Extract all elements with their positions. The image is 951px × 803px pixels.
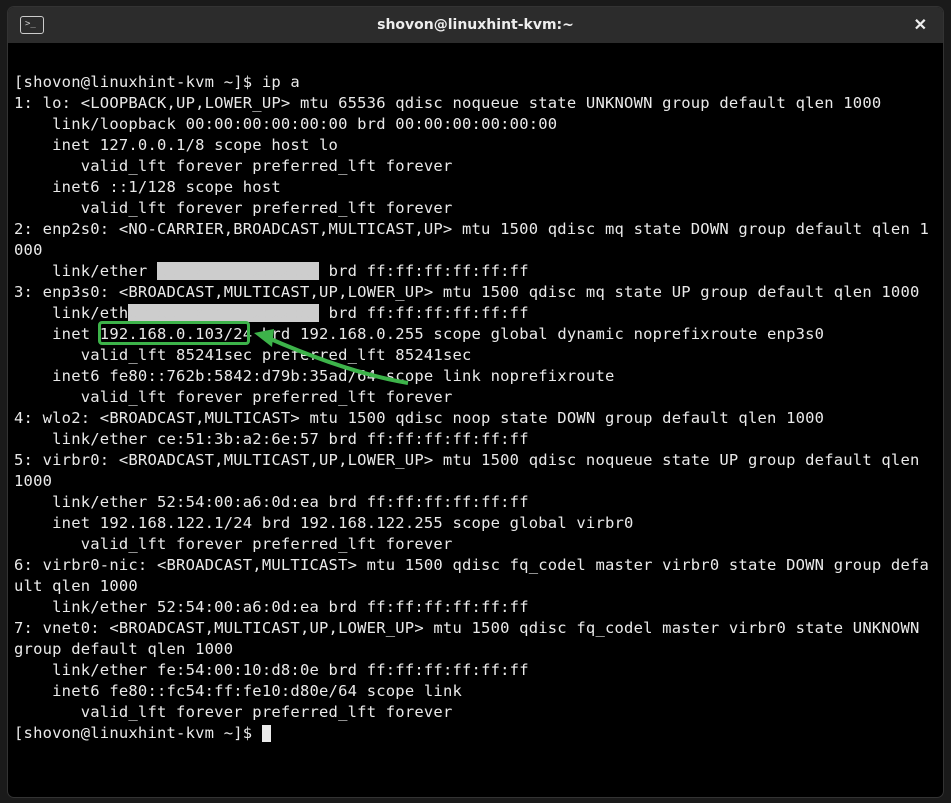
close-icon: ✕ <box>914 17 927 34</box>
if-enp3s0-valid: valid_lft 85241sec preferred_lft 85241se… <box>14 346 472 364</box>
prompt-line-2: [shovon@linuxhint-kvm ~]$ <box>14 724 262 742</box>
if-virbr0-header: 5: virbr0: <BROADCAST,MULTICAST,UP,LOWER… <box>14 451 929 490</box>
if-lo-valid6: valid_lft forever preferred_lft forever <box>14 199 452 217</box>
if-virbr0nic-link: link/ether 52:54:00:a6:0d:ea brd ff:ff:f… <box>14 598 529 616</box>
if-enp2s0-link-c: brd ff:ff:ff:ff:ff:ff <box>319 262 529 280</box>
if-lo-inet6: inet6 ::1/128 scope host <box>14 178 281 196</box>
terminal-body[interactable]: [shovon@linuxhint-kvm ~]$ ip a 1: lo: <L… <box>8 43 943 797</box>
if-virbr0nic-header: 6: virbr0-nic: <BROADCAST,MULTICAST> mtu… <box>14 556 929 595</box>
if-virbr0-inet: inet 192.168.122.1/24 brd 192.168.122.25… <box>14 514 634 532</box>
if-lo-link: link/loopback 00:00:00:00:00:00 brd 00:0… <box>14 115 557 133</box>
if-wlo2-link: link/ether ce:51:3b:a2:6e:57 brd ff:ff:f… <box>14 430 529 448</box>
prompt-glyph-icon: >_ <box>25 20 36 29</box>
if-vnet0-valid6: valid_lft forever preferred_lft forever <box>14 703 452 721</box>
if-lo-inet: inet 127.0.0.1/8 scope host lo <box>14 136 338 154</box>
cursor <box>262 725 271 742</box>
if-enp2s0-header: 2: enp2s0: <NO-CARRIER,BROADCAST,MULTICA… <box>14 220 929 259</box>
if-enp3s0-inet6: inet6 fe80::762b:5842:d79b:35ad/64 scope… <box>14 367 615 385</box>
if-enp3s0-link-a: link/eth <box>14 304 128 322</box>
if-enp3s0-link-c: brd ff:ff:ff:ff:ff:ff <box>319 304 529 322</box>
terminal-output: [shovon@linuxhint-kvm ~]$ ip a 1: lo: <L… <box>14 72 937 744</box>
command-text: ip a <box>262 73 300 91</box>
terminal-app-icon[interactable]: >_ <box>20 16 44 34</box>
if-lo-valid: valid_lft forever preferred_lft forever <box>14 157 452 175</box>
terminal-window: >_ shovon@linuxhint-kvm:~ ✕ [shovon@linu… <box>8 7 943 797</box>
window-title: shovon@linuxhint-kvm:~ <box>377 17 574 33</box>
if-enp3s0-valid6: valid_lft forever preferred_lft forever <box>14 388 452 406</box>
if-enp3s0-header: 3: enp3s0: <BROADCAST,MULTICAST,UP,LOWER… <box>14 283 920 301</box>
prompt-line: [shovon@linuxhint-kvm ~]$ <box>14 73 262 91</box>
if-enp2s0-link-a: link/ether <box>14 262 157 280</box>
redacted-mac: er xx:xx:xx:xx:xx:xx <box>128 304 319 322</box>
titlebar-left: >_ <box>16 16 44 34</box>
if-lo-header: 1: lo: <LOOPBACK,UP,LOWER_UP> mtu 65536 … <box>14 94 881 112</box>
if-enp3s0-inet: inet 192.168.0.103/24 brd 192.168.0.255 … <box>14 325 824 343</box>
if-vnet0-header: 7: vnet0: <BROADCAST,MULTICAST,UP,LOWER_… <box>14 619 929 658</box>
if-vnet0-link: link/ether fe:54:00:10:d8:0e brd ff:ff:f… <box>14 661 529 679</box>
redacted-mac: xx:xx:xx:xx:xx:xx <box>157 262 319 280</box>
titlebar: >_ shovon@linuxhint-kvm:~ ✕ <box>8 7 943 43</box>
if-vnet0-inet6: inet6 fe80::fc54:ff:fe10:d80e/64 scope l… <box>14 682 462 700</box>
if-virbr0-valid: valid_lft forever preferred_lft forever <box>14 535 452 553</box>
close-button[interactable]: ✕ <box>906 11 935 39</box>
if-virbr0-link: link/ether 52:54:00:a6:0d:ea brd ff:ff:f… <box>14 493 529 511</box>
if-wlo2-header: 4: wlo2: <BROADCAST,MULTICAST> mtu 1500 … <box>14 409 824 427</box>
